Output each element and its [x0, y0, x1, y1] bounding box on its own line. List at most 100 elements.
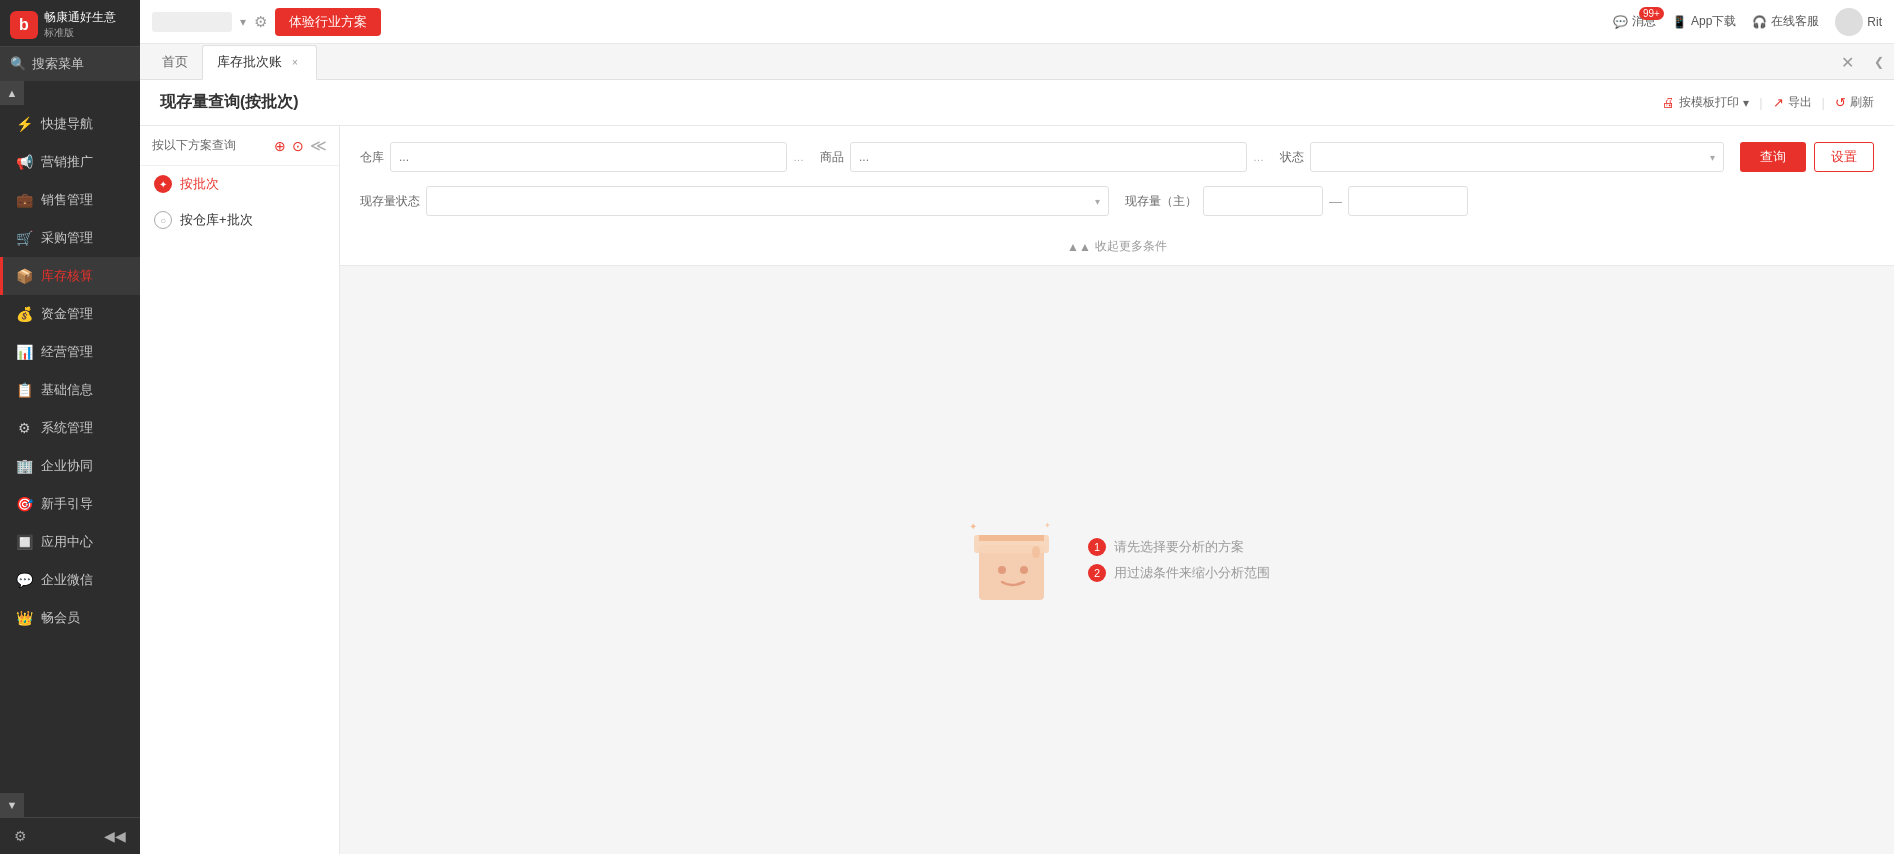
warehouse-more-icon[interactable]: …: [793, 151, 804, 163]
user-profile-action[interactable]: Rit: [1835, 8, 1882, 36]
sidebar-item-wxwork[interactable]: 💬 企业微信: [0, 561, 140, 599]
sidebar-item-purchase[interactable]: 🛒 采购管理: [0, 219, 140, 257]
separator1: |: [1759, 95, 1762, 110]
stock-amount-min-input[interactable]: [1203, 186, 1323, 216]
settings-button[interactable]: 设置: [1814, 142, 1874, 172]
scheme-settings-icon[interactable]: ⊙: [292, 138, 304, 154]
sidebar-scroll-up[interactable]: ▲: [0, 81, 24, 105]
status-select-arrow-icon: ▾: [1710, 152, 1715, 163]
stock-status-select[interactable]: ▾: [426, 186, 1109, 216]
sidebar-item-members[interactable]: 👑 畅会员: [0, 599, 140, 637]
right-panel: 仓库 … 商品 … 状态: [340, 126, 1894, 854]
sidebar-item-basics[interactable]: 📋 基础信息: [0, 371, 140, 409]
tabbar-collapse-icon[interactable]: ❮: [1874, 55, 1884, 69]
sidebar-item-basics-label: 基础信息: [41, 381, 93, 399]
tabbar-window-close-icon[interactable]: ✕: [1841, 52, 1854, 71]
topbar-gear-icon[interactable]: ⚙: [254, 13, 267, 31]
sidebar-item-inventory[interactable]: 📦 库存核算: [0, 257, 140, 295]
sidebar-item-enterprise[interactable]: 🏢 企业协同: [0, 447, 140, 485]
inventory-icon: 📦: [15, 267, 33, 285]
print-button[interactable]: 🖨 按模板打印 ▾: [1662, 94, 1749, 111]
scheme-batch-icon: ✦: [154, 175, 172, 193]
sidebar: b 畅康通好生意 标准版 🔍 搜索菜单 ▲ ⚡ 快捷导航 📢 营销推广 💼 销售…: [0, 0, 140, 854]
messages-action[interactable]: 💬 消息 99+: [1613, 13, 1656, 30]
sidebar-scroll-down[interactable]: ▼: [0, 793, 24, 817]
page-content-inner: 现存量查询(按批次) 🖨 按模板打印 ▾ | ↗ 导出 | ↺: [140, 80, 1894, 854]
sidebar-item-newbie-label: 新手引导: [41, 495, 93, 513]
svg-rect-2: [979, 535, 1044, 541]
panel-collapse-icon[interactable]: ≪: [310, 136, 327, 155]
sidebar-item-newbie[interactable]: 🎯 新手引导: [0, 485, 140, 523]
settings-bottom-icon[interactable]: ⚙: [14, 828, 27, 844]
svg-text:✦: ✦: [1044, 521, 1051, 530]
filter-row-2: 现存量状态 ▾ 现存量（主） —: [360, 186, 1874, 216]
export-button[interactable]: ↗ 导出: [1773, 94, 1812, 111]
sidebar-item-appstore[interactable]: 🔲 应用中心: [0, 523, 140, 561]
basics-icon: 📋: [15, 381, 33, 399]
tip-num-1: 1: [1088, 538, 1106, 556]
sidebar-search[interactable]: 🔍 搜索菜单: [0, 47, 140, 81]
app-name: 畅康通好生意: [44, 10, 116, 26]
warehouse-filter-input[interactable]: [390, 142, 787, 172]
page-content: 现存量查询(按批次) 🖨 按模板打印 ▾ | ↗ 导出 | ↺: [140, 80, 1894, 854]
empty-tip-1: 1 请先选择要分析的方案: [1088, 538, 1270, 556]
sidebar-item-finance[interactable]: 💰 资金管理: [0, 295, 140, 333]
tab-home-label: 首页: [162, 53, 188, 71]
refresh-icon: ↺: [1835, 95, 1846, 110]
filter-row-1: 仓库 … 商品 … 状态: [360, 142, 1874, 172]
sidebar-item-inventory-label: 库存核算: [41, 267, 93, 285]
breadcrumb-input[interactable]: [152, 12, 232, 32]
breadcrumb-chevron-icon[interactable]: ▾: [240, 15, 246, 29]
scheme-item-batch[interactable]: ✦ 按批次: [140, 166, 339, 202]
print-chevron-icon[interactable]: ▾: [1743, 96, 1749, 110]
export-icon: ↗: [1773, 95, 1784, 110]
product-more-icon[interactable]: …: [1253, 151, 1264, 163]
sidebar-item-quicknav[interactable]: ⚡ 快捷导航: [0, 105, 140, 143]
sidebar-item-marketing[interactable]: 📢 营销推广: [0, 143, 140, 181]
page-body: 按以下方案查询 ⊕ ⊙ ≪ ✦ 按批次 ○ 按仓库+批次: [140, 126, 1894, 854]
online-support-label: 在线客服: [1771, 13, 1819, 30]
sidebar-item-sales[interactable]: 💼 销售管理: [0, 181, 140, 219]
stock-amount-max-input[interactable]: [1348, 186, 1468, 216]
sidebar-item-enterprise-label: 企业协同: [41, 457, 93, 475]
status-filter-select[interactable]: ▾: [1310, 142, 1724, 172]
tab-home[interactable]: 首页: [148, 44, 202, 79]
search-icon: 🔍: [10, 56, 26, 71]
members-icon: 👑: [15, 609, 33, 627]
stock-amount-label: 现存量（主）: [1125, 193, 1197, 210]
svg-point-4: [1020, 566, 1028, 574]
marketing-icon: 📢: [15, 153, 33, 171]
filter-area: 仓库 … 商品 … 状态: [340, 126, 1894, 266]
collapse-up-icon: ▲▲: [1067, 240, 1091, 254]
product-filter-input[interactable]: [850, 142, 1247, 172]
sidebar-item-system[interactable]: ⚙ 系统管理: [0, 409, 140, 447]
warehouse-filter-label: 仓库: [360, 149, 384, 166]
sidebar-collapse-icon[interactable]: ◀◀: [104, 828, 126, 844]
scheme-item-warehouse-batch[interactable]: ○ 按仓库+批次: [140, 202, 339, 238]
stock-status-arrow-icon: ▾: [1095, 196, 1100, 207]
left-panel-header: 按以下方案查询 ⊕ ⊙ ≪: [140, 126, 339, 166]
operation-icon: 📊: [15, 343, 33, 361]
messages-badge: 99+: [1639, 7, 1664, 20]
empty-state: ✦ ✦ 1 请先选择要分析的方案 2 用过滤条件来缩小分析范围: [340, 266, 1894, 854]
sidebar-item-operation[interactable]: 📊 经营管理: [0, 333, 140, 371]
add-scheme-icon[interactable]: ⊕: [274, 138, 286, 154]
scheme-warehouse-batch-icon: ○: [154, 211, 172, 229]
tip-num-2: 2: [1088, 564, 1106, 582]
refresh-button[interactable]: ↺ 刷新: [1835, 94, 1874, 111]
svg-point-5: [1032, 546, 1040, 558]
appstore-icon: 🔲: [15, 533, 33, 551]
product-filter-label: 商品: [820, 149, 844, 166]
sidebar-item-purchase-label: 采购管理: [41, 229, 93, 247]
finance-icon: 💰: [15, 305, 33, 323]
quicknav-icon: ⚡: [15, 115, 33, 133]
query-button[interactable]: 查询: [1740, 142, 1806, 172]
trial-industry-button[interactable]: 体验行业方案: [275, 8, 381, 36]
app-download-action[interactable]: 📱 App下载: [1672, 13, 1736, 30]
main-area: ▾ ⚙ 体验行业方案 💬 消息 99+ 📱 App下载 🎧 在线客服 Rit: [140, 0, 1894, 854]
app-logo-icon: b: [10, 11, 38, 39]
collapse-more-button[interactable]: ▲▲ 收起更多条件: [360, 230, 1874, 265]
tab-close-icon[interactable]: ×: [288, 55, 302, 69]
online-support-action[interactable]: 🎧 在线客服: [1752, 13, 1819, 30]
tab-inventory-batch[interactable]: 库存批次账 ×: [202, 45, 317, 80]
